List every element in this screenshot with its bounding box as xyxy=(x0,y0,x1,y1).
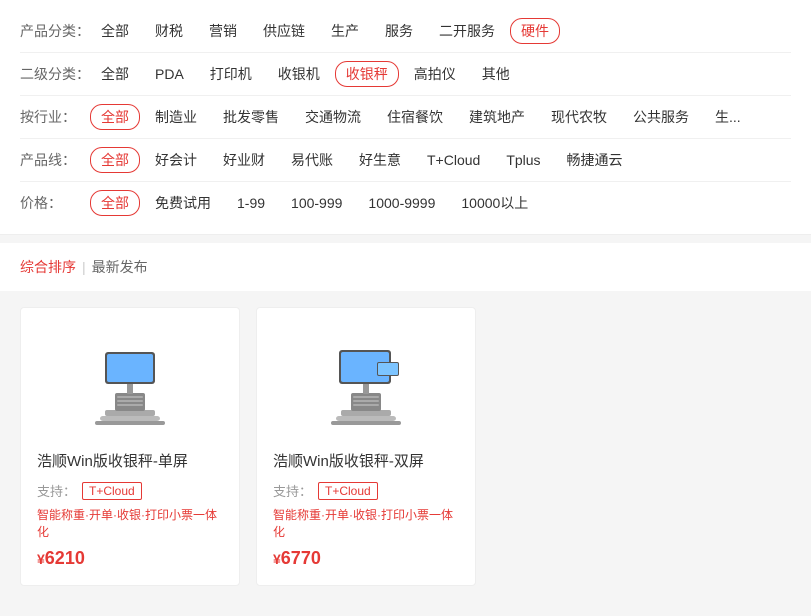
product-title-2: 浩顺Win版收银秤-双屏 xyxy=(273,450,459,471)
filter-pl-bookkeeping[interactable]: 易代账 xyxy=(280,147,344,173)
filter-sub-scale[interactable]: 收银秤 xyxy=(335,61,399,87)
support-label-2: 支持： xyxy=(273,481,312,500)
filter-cat-marketing[interactable]: 营销 xyxy=(198,18,248,44)
filter-pl-accounting[interactable]: 好会计 xyxy=(144,147,208,173)
filter-label-industry: 按行业： xyxy=(20,107,90,127)
filter-row-category: 产品分类： 全部 财税 营销 供应链 生产 服务 二开服务 硬件 xyxy=(20,10,791,53)
filter-ind-transport[interactable]: 交通物流 xyxy=(294,104,372,130)
filter-pl-business[interactable]: 好生意 xyxy=(348,147,412,173)
support-tag-2: T+Cloud xyxy=(318,482,378,500)
filter-ind-agriculture[interactable]: 现代农牧 xyxy=(540,104,618,130)
product-price-2: ¥6770 xyxy=(273,548,459,569)
filter-price-free[interactable]: 免费试用 xyxy=(144,190,222,216)
product-title-1: 浩顺Win版收银秤-单屏 xyxy=(37,450,223,471)
filter-sub-printer[interactable]: 打印机 xyxy=(199,61,263,87)
filter-cat-production[interactable]: 生产 xyxy=(320,18,370,44)
product-card-2[interactable]: 浩顺Win版收银秤-双屏 支持： T+Cloud 智能称重·开单·收银·打印小票… xyxy=(256,307,476,586)
filter-label-price: 价格： xyxy=(20,193,90,213)
filter-items-productline: 全部 好会计 好业财 易代账 好生意 T+Cloud Tplus 畅捷通云 xyxy=(90,147,634,173)
filter-sub-cashier[interactable]: 收银机 xyxy=(267,61,331,87)
filter-pl-changjie[interactable]: 畅捷通云 xyxy=(556,147,634,173)
filter-ind-manufacturing[interactable]: 制造业 xyxy=(144,104,208,130)
filter-label-subcategory: 二级分类： xyxy=(20,64,90,84)
filter-sub-all[interactable]: 全部 xyxy=(90,61,140,87)
filter-row-productline: 产品线： 全部 好会计 好业财 易代账 好生意 T+Cloud Tplus 畅捷… xyxy=(20,139,791,182)
filter-pl-finance[interactable]: 好业财 xyxy=(212,147,276,173)
filter-price-10000plus[interactable]: 10000以上 xyxy=(450,190,539,216)
filter-price-100-999[interactable]: 100-999 xyxy=(280,192,353,214)
product-price-1: ¥6210 xyxy=(37,548,223,569)
filter-row-price: 价格： 全部 免费试用 1-99 100-999 1000-9999 10000… xyxy=(20,182,791,224)
sort-latest[interactable]: 最新发布 xyxy=(92,253,148,281)
price-value-2: 6770 xyxy=(281,548,321,568)
filter-price-all[interactable]: 全部 xyxy=(90,190,140,216)
pos-machine-icon-2 xyxy=(321,338,411,428)
product-support-1: 支持： T+Cloud xyxy=(37,481,223,500)
product-desc-1: 智能称重·开单·收银·打印小票一体化 xyxy=(37,506,223,540)
product-support-2: 支持： T+Cloud xyxy=(273,481,459,500)
price-value-1: 6210 xyxy=(45,548,85,568)
filter-cat-tax[interactable]: 财税 xyxy=(144,18,194,44)
support-tag-1: T+Cloud xyxy=(82,482,142,500)
filter-items-price: 全部 免费试用 1-99 100-999 1000-9999 10000以上 xyxy=(90,190,539,216)
filter-ind-hospitality[interactable]: 住宿餐饮 xyxy=(376,104,454,130)
sort-divider: | xyxy=(82,259,86,275)
filter-label-productline: 产品线： xyxy=(20,150,90,170)
filter-ind-public[interactable]: 公共服务 xyxy=(622,104,700,130)
pos-machine-icon-1 xyxy=(85,338,175,428)
filter-ind-more[interactable]: 生... xyxy=(704,104,752,130)
sort-bar: 综合排序 | 最新发布 xyxy=(0,243,811,291)
filter-cat-service[interactable]: 服务 xyxy=(374,18,424,44)
product-image-2 xyxy=(273,328,459,438)
product-desc-2: 智能称重·开单·收银·打印小票一体化 xyxy=(273,506,459,540)
filter-sub-other[interactable]: 其他 xyxy=(471,61,521,87)
filter-pl-tcloud[interactable]: T+Cloud xyxy=(416,149,491,171)
filter-ind-retail[interactable]: 批发零售 xyxy=(212,104,290,130)
filter-cat-hardware[interactable]: 硬件 xyxy=(510,18,560,44)
sort-comprehensive[interactable]: 综合排序 xyxy=(20,253,76,281)
filter-sub-pda[interactable]: PDA xyxy=(144,63,195,85)
filter-items-subcategory: 全部 PDA 打印机 收银机 收银秤 高拍仪 其他 xyxy=(90,61,521,87)
filter-row-industry: 按行业： 全部 制造业 批发零售 交通物流 住宿餐饮 建筑地产 现代农牧 公共服… xyxy=(20,96,791,139)
product-card-1[interactable]: 浩顺Win版收银秤-单屏 支持： T+Cloud 智能称重·开单·收银·打印小票… xyxy=(20,307,240,586)
price-symbol-1: ¥ xyxy=(37,551,45,567)
filter-sub-camera[interactable]: 高拍仪 xyxy=(403,61,467,87)
filter-price-1000-9999[interactable]: 1000-9999 xyxy=(357,192,446,214)
filter-cat-all[interactable]: 全部 xyxy=(90,18,140,44)
filter-label-category: 产品分类： xyxy=(20,21,90,41)
product-image-1 xyxy=(37,328,223,438)
filter-section: 产品分类： 全部 财税 营销 供应链 生产 服务 二开服务 硬件 二级分类： 全… xyxy=(0,0,811,235)
filter-items-category: 全部 财税 营销 供应链 生产 服务 二开服务 硬件 xyxy=(90,18,560,44)
filter-ind-all[interactable]: 全部 xyxy=(90,104,140,130)
filter-price-1-99[interactable]: 1-99 xyxy=(226,192,276,214)
product-grid: 浩顺Win版收银秤-单屏 支持： T+Cloud 智能称重·开单·收银·打印小票… xyxy=(0,291,811,602)
support-label-1: 支持： xyxy=(37,481,76,500)
price-symbol-2: ¥ xyxy=(273,551,281,567)
filter-row-subcategory: 二级分类： 全部 PDA 打印机 收银机 收银秤 高拍仪 其他 xyxy=(20,53,791,96)
filter-items-industry: 全部 制造业 批发零售 交通物流 住宿餐饮 建筑地产 现代农牧 公共服务 生..… xyxy=(90,104,752,130)
filter-cat-dev[interactable]: 二开服务 xyxy=(428,18,506,44)
filter-ind-realestate[interactable]: 建筑地产 xyxy=(458,104,536,130)
filter-pl-tplus[interactable]: Tplus xyxy=(495,149,551,171)
filter-pl-all[interactable]: 全部 xyxy=(90,147,140,173)
filter-cat-supply[interactable]: 供应链 xyxy=(252,18,316,44)
